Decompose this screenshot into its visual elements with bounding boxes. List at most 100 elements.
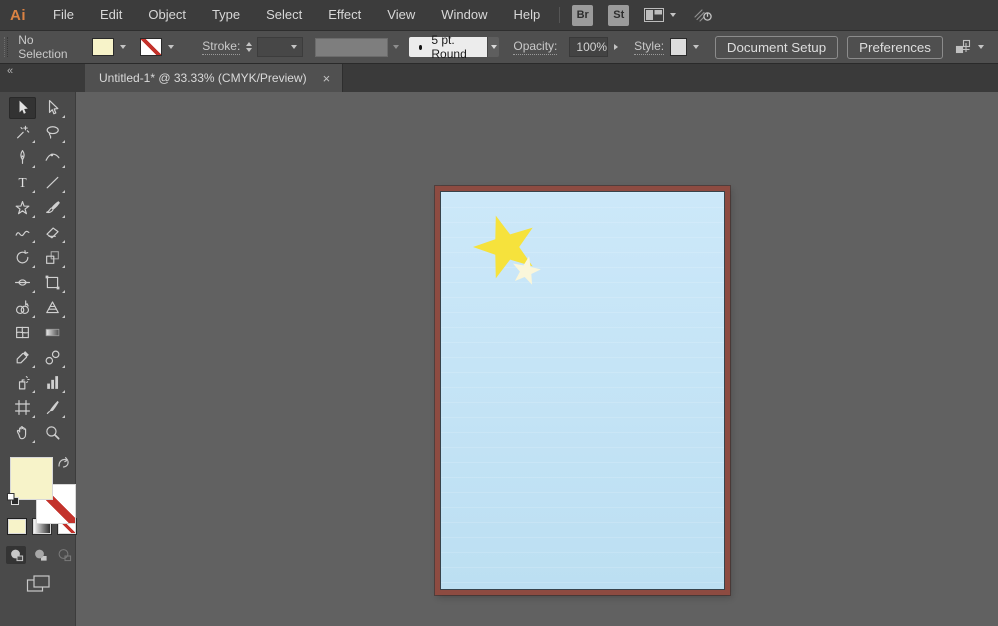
rotate-tool[interactable]	[9, 247, 36, 269]
curvature-tool[interactable]	[39, 147, 66, 169]
selection-tool[interactable]	[9, 97, 36, 119]
menu-help[interactable]: Help	[500, 0, 553, 30]
stepper-up-icon[interactable]	[246, 42, 252, 46]
paintbrush-tool[interactable]	[39, 197, 66, 219]
menu-type[interactable]: Type	[199, 0, 253, 30]
tab-bar: « Untitled-1* @ 33.33% (CMYK/Preview) ×	[0, 64, 998, 92]
menu-edit[interactable]: Edit	[87, 0, 135, 30]
opacity-label[interactable]: Opacity:	[513, 39, 557, 55]
shape-builder-tool[interactable]	[9, 297, 36, 319]
stepper-down-icon[interactable]	[246, 48, 252, 52]
canvas-area[interactable]	[77, 92, 998, 626]
type-tool[interactable]: T	[9, 172, 36, 194]
curvature-icon	[44, 149, 61, 166]
column-graph-icon	[44, 374, 61, 391]
pen-icon	[14, 149, 31, 166]
document-setup-button[interactable]: Document Setup	[715, 36, 838, 59]
shaper-tool[interactable]	[9, 222, 36, 244]
artboard-surface[interactable]	[440, 191, 725, 590]
draw-normal-button[interactable]	[6, 546, 26, 564]
menu-file[interactable]: File	[40, 0, 87, 30]
chevron-down-icon[interactable]	[120, 45, 126, 49]
type-icon: T	[14, 174, 31, 191]
column-graph-tool[interactable]	[39, 372, 66, 394]
free-transform-tool[interactable]	[39, 272, 66, 294]
rotate-icon	[14, 249, 31, 266]
magic-wand-tool[interactable]	[9, 122, 36, 144]
selection-status: No Selection	[18, 33, 68, 61]
chevron-down-icon[interactable]	[693, 45, 699, 49]
hand-power-button[interactable]	[692, 7, 714, 23]
artboard[interactable]	[435, 186, 730, 595]
perspective-grid-tool[interactable]	[39, 297, 66, 319]
star-tool[interactable]	[9, 197, 36, 219]
chevron-down-icon[interactable]	[978, 45, 984, 49]
chevron-down-icon[interactable]	[393, 45, 399, 49]
menu-view[interactable]: View	[374, 0, 428, 30]
selection-icon	[14, 99, 31, 116]
draw-behind-icon	[33, 548, 48, 562]
panel-collapse-button[interactable]: «	[7, 65, 12, 77]
stroke-weight-stepper[interactable]	[246, 42, 252, 52]
default-fill-stroke-icon[interactable]	[6, 492, 20, 506]
mesh-tool[interactable]	[9, 322, 36, 344]
chevron-right-icon[interactable]	[614, 44, 618, 50]
blend-tool[interactable]	[39, 347, 66, 369]
fill-color-control[interactable]	[92, 38, 114, 56]
symbol-sprayer-tool[interactable]	[9, 372, 36, 394]
menu-select[interactable]: Select	[253, 0, 315, 30]
shape-builder-icon	[14, 299, 31, 316]
bridge-button[interactable]: Br	[572, 5, 593, 26]
menu-object[interactable]: Object	[135, 0, 199, 30]
menu-effect[interactable]: Effect	[315, 0, 374, 30]
document-tab[interactable]: Untitled-1* @ 33.33% (CMYK/Preview) ×	[85, 64, 343, 92]
direct-selection-tool[interactable]	[39, 97, 66, 119]
stroke-color-group	[140, 38, 174, 56]
stroke-color-control[interactable]	[140, 38, 162, 56]
lasso-tool[interactable]	[39, 122, 66, 144]
hand-power-icon	[692, 7, 714, 23]
gradient-tool[interactable]	[39, 322, 66, 344]
lasso-icon	[44, 124, 61, 141]
width-tool[interactable]	[9, 272, 36, 294]
pen-tool[interactable]	[9, 147, 36, 169]
shaper-icon	[14, 224, 31, 241]
draw-behind-button[interactable]	[30, 546, 50, 564]
reference-point-group	[954, 39, 984, 55]
brush-definition-chevron[interactable]	[487, 37, 499, 57]
reference-point-icon[interactable]	[954, 39, 972, 55]
scale-icon	[44, 249, 61, 266]
width-icon	[14, 274, 31, 291]
app-logo[interactable]: Ai	[10, 7, 26, 24]
style-label[interactable]: Style:	[634, 39, 664, 55]
chevron-down-icon[interactable]	[168, 45, 174, 49]
workspace-switcher[interactable]	[644, 8, 676, 22]
width-profile-select[interactable]	[315, 38, 388, 57]
scale-tool[interactable]	[39, 247, 66, 269]
eraser-tool[interactable]	[39, 222, 66, 244]
document-tab-title: Untitled-1* @ 33.33% (CMYK/Preview)	[99, 71, 307, 85]
zoom-tool[interactable]	[39, 422, 66, 444]
workspace-layout-icon	[644, 8, 664, 22]
eyedropper-tool[interactable]	[9, 347, 36, 369]
brush-definition-select[interactable]: 5 pt. Round	[409, 37, 487, 57]
swap-fill-stroke-icon[interactable]	[56, 455, 71, 470]
close-icon[interactable]: ×	[323, 72, 331, 85]
draw-inside-button[interactable]	[54, 546, 74, 564]
opacity-field[interactable]: 100%	[569, 37, 608, 57]
stock-button[interactable]: St	[608, 5, 629, 26]
stroke-weight-label[interactable]: Stroke:	[202, 39, 240, 55]
panel-grip[interactable]	[4, 37, 8, 57]
artboard-tool[interactable]	[9, 397, 36, 419]
menu-bar: Ai FileEditObjectTypeSelectEffectViewWin…	[0, 0, 998, 30]
screen-mode-button[interactable]	[26, 574, 52, 594]
color-button[interactable]	[8, 519, 26, 534]
paintbrush-icon	[44, 199, 61, 216]
preferences-button[interactable]: Preferences	[847, 36, 943, 59]
menu-window[interactable]: Window	[428, 0, 500, 30]
stroke-weight-select[interactable]	[257, 37, 303, 57]
line-segment-tool[interactable]	[39, 172, 66, 194]
hand-tool[interactable]	[9, 422, 36, 444]
style-swatch[interactable]	[670, 38, 687, 56]
slice-tool[interactable]	[39, 397, 66, 419]
